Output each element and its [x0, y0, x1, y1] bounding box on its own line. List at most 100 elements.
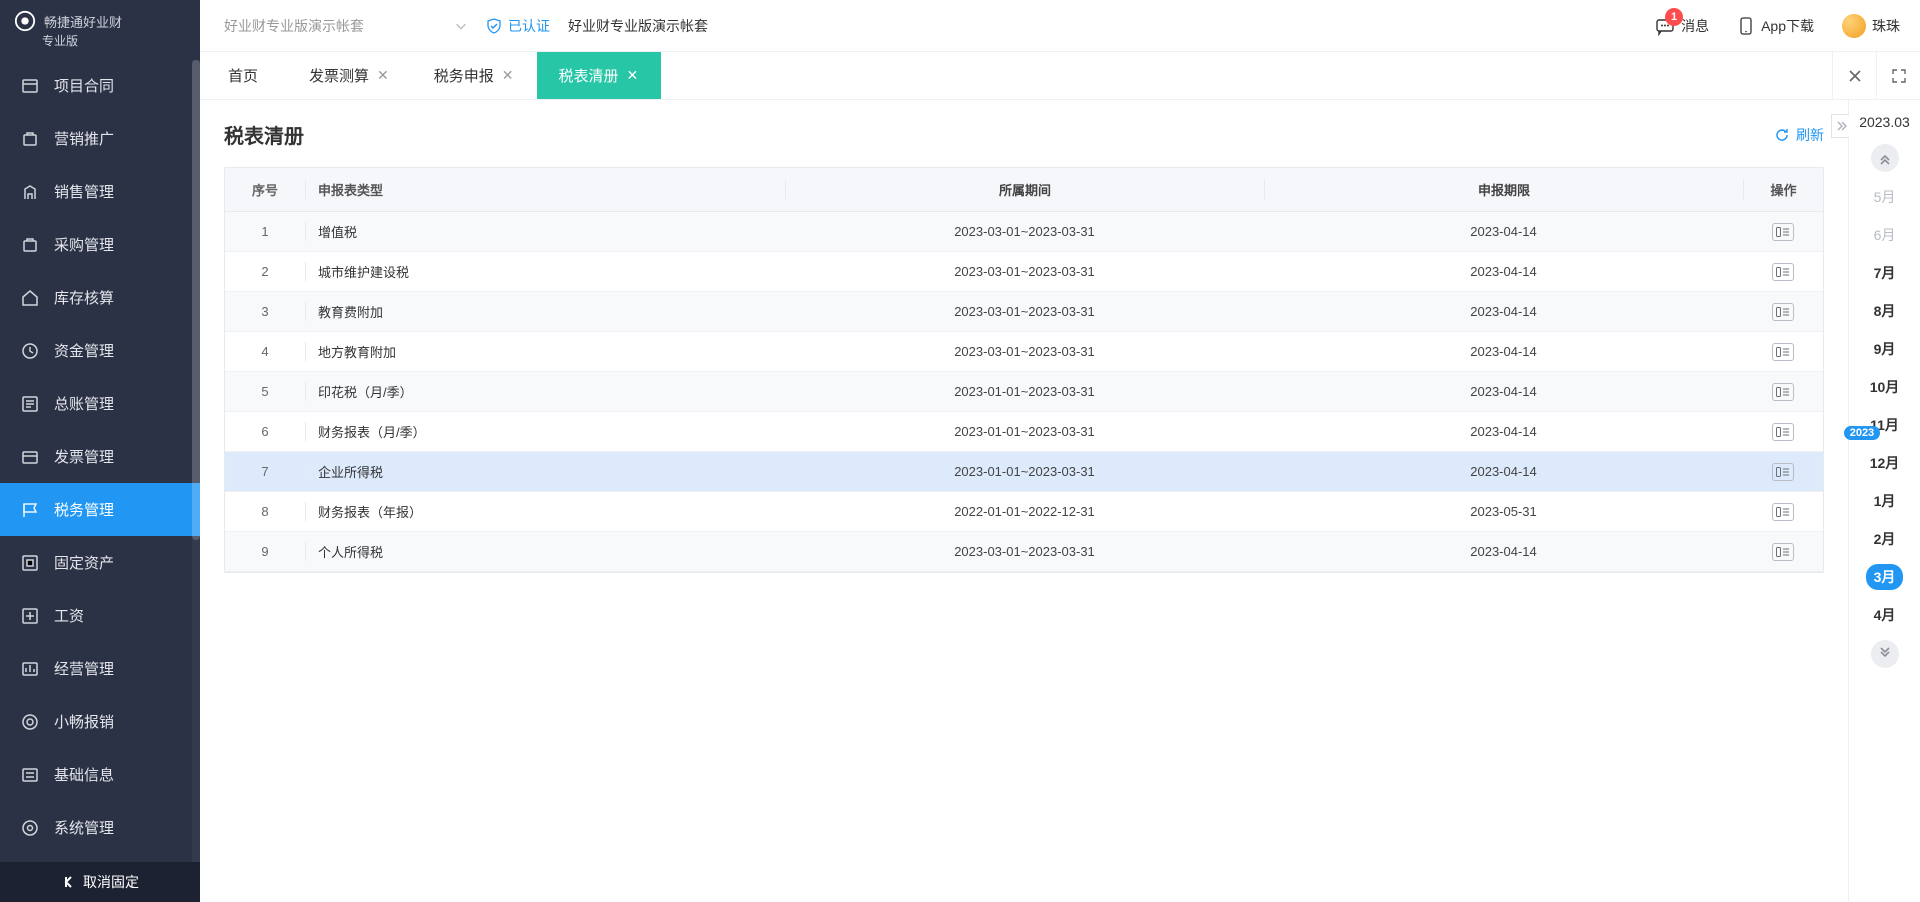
sidebar-item[interactable]: 销售管理 — [0, 165, 200, 218]
messages-button[interactable]: 1 消息 — [1655, 16, 1709, 36]
user-menu[interactable]: 珠珠 — [1842, 14, 1900, 38]
table-row[interactable]: 4地方教育附加2023-03-01~2023-03-312023-04-14 — [225, 332, 1823, 372]
chevrons-up-icon — [1878, 151, 1892, 165]
cell-index: 1 — [225, 224, 305, 239]
row-view-button[interactable] — [1772, 383, 1794, 401]
account-name: 好业财专业版演示帐套 — [568, 16, 708, 36]
sidebar-item[interactable]: 库存核算 — [0, 271, 200, 324]
sidebar-item[interactable]: 营销推广 — [0, 112, 200, 165]
sidebar-item[interactable]: 资金管理 — [0, 324, 200, 377]
sidebar-item[interactable]: 基础信息 — [0, 748, 200, 801]
tab-home[interactable]: 首页 — [200, 52, 287, 99]
sidebar-item-label: 总账管理 — [54, 393, 114, 414]
sidebar-item-label: 发票管理 — [54, 446, 114, 467]
sidebar-item[interactable]: 项目合同 — [0, 59, 200, 112]
sidebar-item[interactable]: 发票管理 — [0, 430, 200, 483]
month-item[interactable]: 10月 — [1862, 374, 1908, 400]
nav-item-icon — [20, 447, 40, 467]
month-rail-down[interactable] — [1871, 640, 1899, 668]
close-icon — [1847, 68, 1863, 84]
verified-badge: 已认证 — [486, 16, 550, 36]
sidebar-item-label: 税务管理 — [54, 499, 114, 520]
sidebar-item-label: 经营管理 — [54, 658, 114, 679]
sidebar-item-label: 固定资产 — [54, 552, 114, 573]
row-view-button[interactable] — [1772, 423, 1794, 441]
tab-close-icon[interactable]: ✕ — [377, 67, 389, 84]
sidebar-item[interactable]: 税务管理 — [0, 483, 200, 536]
tab-label: 税务申报 — [434, 65, 494, 86]
sidebar-item[interactable]: 经营管理 — [0, 642, 200, 695]
messages-label: 消息 — [1681, 16, 1709, 36]
month-item[interactable]: 2月 — [1866, 526, 1904, 552]
pin-toggle[interactable]: 取消固定 — [0, 862, 200, 902]
tab[interactable]: 税务申报 ✕ — [412, 52, 537, 99]
nav-item-icon — [20, 129, 40, 149]
sidebar-item[interactable]: 工资 — [0, 589, 200, 642]
month-item[interactable]: 5月 — [1866, 184, 1904, 210]
content: 税表清册 刷新 序号 申报表类型 所属期间 申报期限 操作 1增值税2023-0… — [200, 100, 1920, 902]
sidebar-item[interactable]: 系统管理 — [0, 801, 200, 854]
nav-item-icon — [20, 288, 40, 308]
tab-close-button[interactable] — [1832, 52, 1876, 99]
month-item[interactable]: 9月 — [1866, 336, 1904, 362]
tab-close-icon[interactable]: ✕ — [502, 67, 514, 84]
nav-item-icon — [20, 712, 40, 732]
month-item[interactable]: 1月 — [1866, 488, 1904, 514]
sidebar-item[interactable]: 总账管理 — [0, 377, 200, 430]
table-row[interactable]: 3教育费附加2023-03-01~2023-03-312023-04-14 — [225, 292, 1823, 332]
table-row[interactable]: 1增值税2023-03-01~2023-03-312023-04-14 — [225, 212, 1823, 252]
sidebar-item-label: 工资 — [54, 605, 84, 626]
avatar-icon — [1842, 14, 1866, 38]
main: 好业财专业版演示帐套 已认证 好业财专业版演示帐套 1 消息 App下载 — [200, 0, 1920, 902]
month-item[interactable]: 3月 — [1866, 564, 1904, 590]
sidebar-item[interactable]: 小畅报销 — [0, 695, 200, 748]
topbar: 好业财专业版演示帐套 已认证 好业财专业版演示帐套 1 消息 App下载 — [200, 0, 1920, 52]
row-view-button[interactable] — [1772, 343, 1794, 361]
account-selector[interactable]: 好业财专业版演示帐套 — [224, 16, 468, 36]
sidebar-item-label: 小畅报销 — [54, 711, 114, 732]
table-row[interactable]: 5印花税（月/季）2023-01-01~2023-03-312023-04-14 — [225, 372, 1823, 412]
row-view-button[interactable] — [1772, 543, 1794, 561]
page-title: 税表清册 — [224, 120, 304, 149]
month-item[interactable]: 8月 — [1866, 298, 1904, 324]
month-item[interactable]: 7月 — [1866, 260, 1904, 286]
sidebar-item-label: 采购管理 — [54, 234, 114, 255]
refresh-button[interactable]: 刷新 — [1774, 125, 1824, 145]
cell-type: 印花税（月/季） — [305, 382, 785, 401]
user-name: 珠珠 — [1872, 16, 1900, 36]
table-row[interactable]: 2城市维护建设税2023-03-01~2023-03-312023-04-14 — [225, 252, 1823, 292]
table-row[interactable]: 9个人所得税2023-03-01~2023-03-312023-04-14 — [225, 532, 1823, 572]
tab[interactable]: 税表清册✕ — [537, 52, 662, 99]
tab-fullscreen-button[interactable] — [1876, 52, 1920, 99]
table-row[interactable]: 7企业所得税2023-01-01~2023-03-312023-04-14 — [225, 452, 1823, 492]
row-view-button[interactable] — [1772, 263, 1794, 281]
cell-op — [1743, 303, 1823, 321]
cell-deadline: 2023-04-14 — [1264, 464, 1743, 479]
app-download-button[interactable]: App下载 — [1737, 16, 1814, 36]
month-rail-up[interactable] — [1871, 144, 1899, 172]
sidebar-item-label: 营销推广 — [54, 128, 114, 149]
row-view-button[interactable] — [1772, 503, 1794, 521]
cell-type: 城市维护建设税 — [305, 262, 785, 281]
month-item[interactable]: 6月 — [1866, 222, 1904, 248]
sidebar-item[interactable]: 固定资产 — [0, 536, 200, 589]
cell-period: 2023-03-01~2023-03-31 — [785, 224, 1264, 239]
cell-deadline: 2023-04-14 — [1264, 304, 1743, 319]
detail-icon — [1776, 427, 1790, 437]
table-header: 序号 申报表类型 所属期间 申报期限 操作 — [225, 168, 1823, 212]
row-view-button[interactable] — [1772, 223, 1794, 241]
table-row[interactable]: 8财务报表（年报）2022-01-01~2022-12-312023-05-31 — [225, 492, 1823, 532]
tab-close-icon[interactable]: ✕ — [627, 67, 639, 84]
refresh-icon — [1774, 127, 1790, 143]
table-row[interactable]: 6财务报表（月/季）2023-01-01~2023-03-312023-04-1… — [225, 412, 1823, 452]
tab[interactable]: 发票测算✕ — [287, 52, 412, 99]
month-item[interactable]: 4月 — [1866, 602, 1904, 628]
nav-item-icon — [20, 235, 40, 255]
month-item[interactable]: 12月 — [1862, 450, 1908, 476]
nav-item-icon — [20, 500, 40, 520]
month-rail-expand[interactable] — [1831, 114, 1849, 138]
row-view-button[interactable] — [1772, 303, 1794, 321]
row-view-button[interactable] — [1772, 463, 1794, 481]
sidebar-scroll-thumb[interactable] — [192, 60, 200, 540]
sidebar-item[interactable]: 采购管理 — [0, 218, 200, 271]
